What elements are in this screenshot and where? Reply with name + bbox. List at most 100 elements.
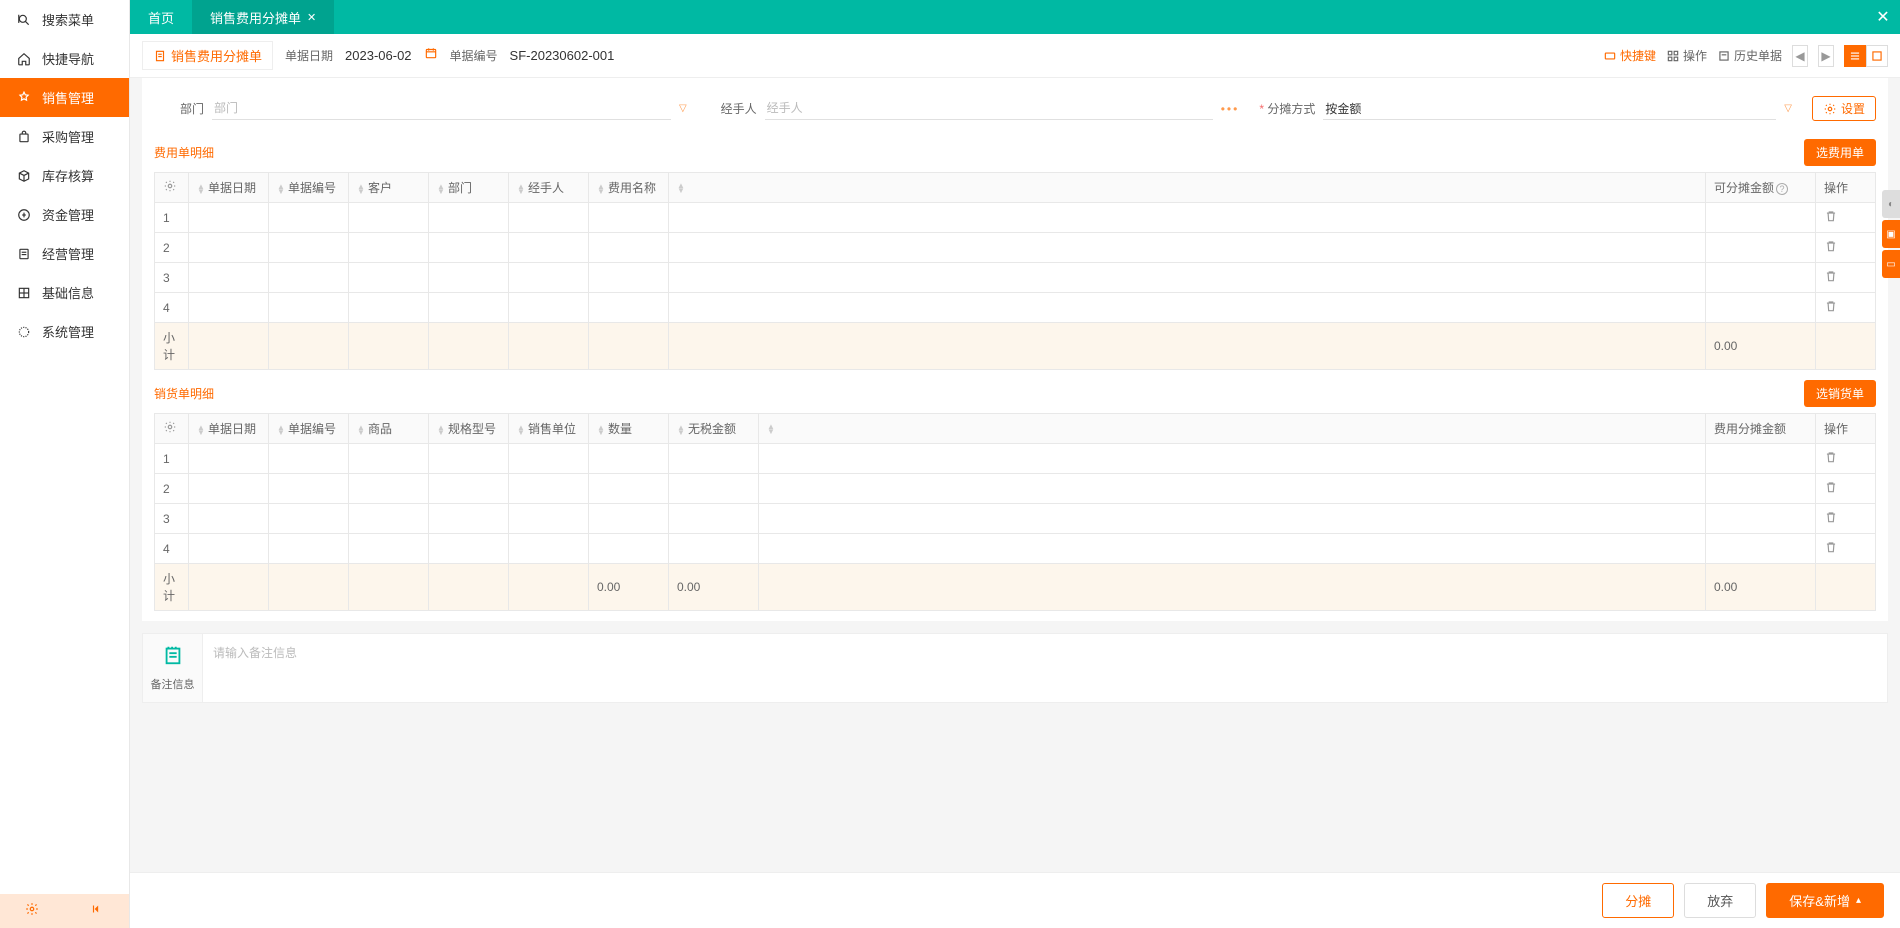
allocate-button[interactable]: 分摊 (1602, 883, 1674, 918)
expense-table: ▲▼单据日期 ▲▼单据编号 ▲▼客户 ▲▼部门 ▲▼经手人 ▲▼费用名称 ▲▼ … (154, 172, 1876, 370)
table-row[interactable]: 1 (155, 444, 1876, 474)
handler-label: 经手人 (707, 100, 757, 117)
select-expense-button[interactable]: 选费用单 (1804, 139, 1876, 166)
tab-sales-allocation[interactable]: 销售费用分摊单 ✕ (192, 0, 334, 34)
doc-title-badge: 销售费用分摊单 (142, 41, 273, 70)
rail-tab-1[interactable]: ◐ (1882, 190, 1900, 218)
trash-icon[interactable] (1824, 242, 1838, 256)
sidebar-item-search[interactable]: 搜索菜单 (0, 0, 129, 39)
home-icon (16, 51, 32, 67)
link-history[interactable]: 历史单据 (1717, 47, 1782, 64)
view-list[interactable] (1844, 45, 1866, 67)
sidebar-item-inventory[interactable]: 库存核算 (0, 156, 129, 195)
no-value: SF-20230602-001 (510, 48, 615, 63)
chevron-down-icon[interactable]: ▽ (1784, 103, 1792, 114)
help-icon[interactable]: ? (1776, 183, 1788, 195)
main: 首页 销售费用分摊单 ✕ ✕ 销售费用分摊单 单据日期 2023-06-02 单… (130, 0, 1900, 928)
sidebar-item-business[interactable]: 经营管理 (0, 234, 129, 273)
content: 部门 ▽ 经手人 ••• 分摊方式 ▽ (130, 78, 1900, 872)
method-label: 分摊方式 (1259, 100, 1315, 117)
remark-input[interactable] (203, 634, 1887, 702)
tab-home[interactable]: 首页 (130, 0, 192, 34)
sort-icon[interactable]: ▲▼ (357, 425, 365, 435)
trash-icon[interactable] (1824, 302, 1838, 316)
toolbar: 销售费用分摊单 单据日期 2023-06-02 单据编号 SF-20230602… (130, 34, 1900, 78)
link-shortcut[interactable]: 快捷键 (1603, 47, 1656, 64)
chevron-down-icon[interactable]: ▽ (679, 103, 687, 114)
expense-section-title: 费用单明细 (154, 144, 214, 161)
sort-icon[interactable]: ▲▼ (437, 184, 445, 194)
table-row[interactable]: 3 (155, 263, 1876, 293)
sidebar-item-purchase[interactable]: 采购管理 (0, 117, 129, 156)
save-and-new-button[interactable]: 保存&新增 ▴ (1766, 883, 1884, 918)
table-row[interactable]: 2 (155, 474, 1876, 504)
sidebar-label: 采购管理 (42, 127, 94, 146)
select-sales-button[interactable]: 选销货单 (1804, 380, 1876, 407)
table-row[interactable]: 4 (155, 534, 1876, 564)
sort-icon[interactable]: ▲▼ (677, 183, 685, 193)
field-handler: 经手人 ••• (707, 97, 1240, 120)
sort-icon[interactable]: ▲▼ (197, 184, 205, 194)
table-row[interactable]: 1 (155, 203, 1876, 233)
handler-input[interactable] (765, 97, 1213, 120)
discard-button[interactable]: 放弃 (1684, 883, 1756, 918)
sidebar-item-basic[interactable]: 基础信息 (0, 273, 129, 312)
sort-icon[interactable]: ▲▼ (767, 424, 775, 434)
remark-tab[interactable]: 备注信息 (143, 634, 203, 702)
dept-input[interactable] (212, 97, 671, 120)
chevron-up-icon: ▴ (1856, 895, 1861, 906)
sidebar-label: 库存核算 (42, 166, 94, 185)
gear-column[interactable] (155, 414, 189, 444)
trash-icon[interactable] (1824, 272, 1838, 286)
sort-icon[interactable]: ▲▼ (597, 184, 605, 194)
sort-icon[interactable]: ▲▼ (517, 184, 525, 194)
next-button[interactable]: ▶ (1818, 45, 1834, 67)
rail-tab-2[interactable]: ▣ (1882, 220, 1900, 248)
date-value[interactable]: 2023-06-02 (345, 48, 412, 63)
sidebar-label: 资金管理 (42, 205, 94, 224)
settings-button[interactable]: 设置 (1812, 96, 1876, 121)
link-operations[interactable]: 操作 (1666, 47, 1707, 64)
view-toggle (1844, 45, 1888, 67)
table-row[interactable]: 4 (155, 293, 1876, 323)
sort-icon[interactable]: ▲▼ (597, 425, 605, 435)
sort-icon[interactable]: ▲▼ (517, 425, 525, 435)
method-input[interactable] (1323, 97, 1776, 120)
sidebar-label: 快捷导航 (42, 49, 94, 68)
close-icon[interactable]: ✕ (307, 11, 316, 24)
trash-icon[interactable] (1824, 483, 1838, 497)
money-icon (16, 207, 32, 223)
sort-icon[interactable]: ▲▼ (277, 425, 285, 435)
sort-icon[interactable]: ▲▼ (437, 425, 445, 435)
calendar-icon[interactable] (424, 46, 438, 65)
sidebar-item-sales[interactable]: 销售管理 (0, 78, 129, 117)
no-label: 单据编号 (450, 47, 498, 64)
sort-icon[interactable]: ▲▼ (197, 425, 205, 435)
sidebar-label: 基础信息 (42, 283, 94, 302)
more-icon[interactable]: ••• (1221, 102, 1240, 116)
trash-icon[interactable] (1824, 513, 1838, 527)
search-icon (16, 12, 32, 28)
settings-icon[interactable] (25, 902, 39, 921)
sort-icon[interactable]: ▲▼ (357, 184, 365, 194)
table-row[interactable]: 3 (155, 504, 1876, 534)
bag-icon (16, 129, 32, 145)
trash-icon[interactable] (1824, 212, 1838, 226)
view-detail[interactable] (1866, 45, 1888, 67)
rail-tab-3[interactable]: ▭ (1882, 250, 1900, 278)
sidebar-item-funds[interactable]: 资金管理 (0, 195, 129, 234)
sidebar-item-system[interactable]: 系统管理 (0, 312, 129, 351)
table-row[interactable]: 2 (155, 233, 1876, 263)
trash-icon[interactable] (1824, 453, 1838, 467)
sort-icon[interactable]: ▲▼ (277, 184, 285, 194)
gear-icon (1823, 102, 1837, 116)
tabs-close-all[interactable]: ✕ (1866, 0, 1900, 34)
collapse-icon[interactable] (90, 902, 104, 921)
sidebar-item-quicknav[interactable]: 快捷导航 (0, 39, 129, 78)
sort-icon[interactable]: ▲▼ (677, 425, 685, 435)
gear-column[interactable] (155, 173, 189, 203)
trash-icon[interactable] (1824, 543, 1838, 557)
grid-icon (16, 285, 32, 301)
document-icon (153, 49, 167, 63)
prev-button[interactable]: ◀ (1792, 45, 1808, 67)
